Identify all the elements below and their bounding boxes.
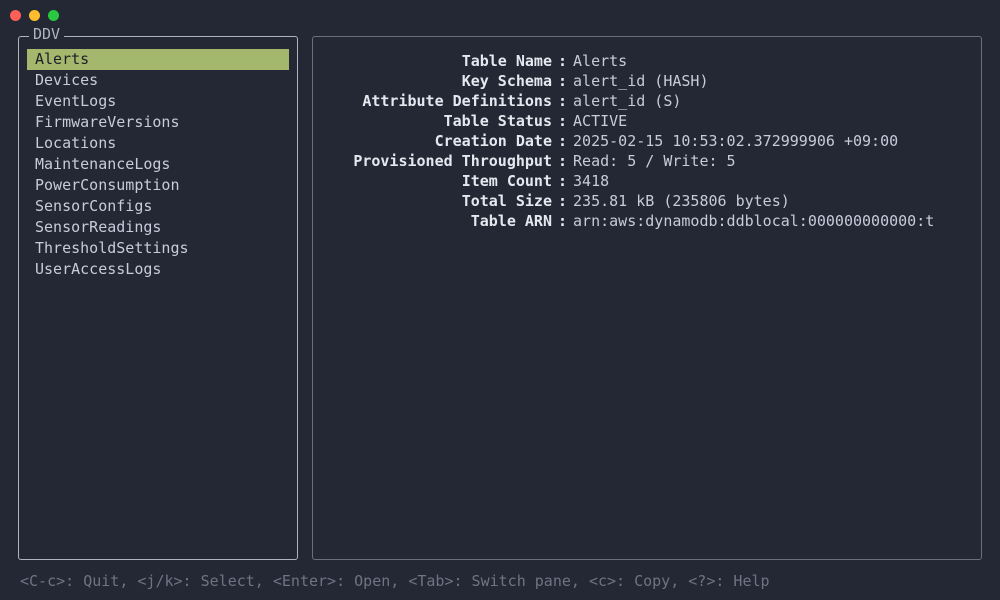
detail-sep: :: [552, 171, 573, 191]
table-item-sensorreadings[interactable]: SensorReadings: [27, 217, 289, 238]
detail-label: Item Count: [327, 171, 552, 191]
detail-label: Creation Date: [327, 131, 552, 151]
detail-value: arn:aws:dynamodb:ddblocal:000000000000:t: [573, 211, 934, 231]
detail-row-table-arn: Table ARN : arn:aws:dynamodb:ddblocal:00…: [327, 211, 967, 231]
table-item-useraccesslogs[interactable]: UserAccessLogs: [27, 259, 289, 280]
detail-label: Provisioned Throughput: [327, 151, 552, 171]
detail-label: Table Status: [327, 111, 552, 131]
detail-sep: :: [552, 131, 573, 151]
detail-sep: :: [552, 111, 573, 131]
tables-pane[interactable]: DDV Alerts Devices EventLogs FirmwareVer…: [18, 36, 298, 560]
details-pane[interactable]: Table Name : Alerts Key Schema : alert_i…: [312, 36, 982, 560]
detail-row-provisioned-throughput: Provisioned Throughput : Read: 5 / Write…: [327, 151, 967, 171]
detail-row-item-count: Item Count : 3418: [327, 171, 967, 191]
detail-row-table-status: Table Status : ACTIVE: [327, 111, 967, 131]
detail-label: Total Size: [327, 191, 552, 211]
table-item-thresholdsettings[interactable]: ThresholdSettings: [27, 238, 289, 259]
detail-label: Table Name: [327, 51, 552, 71]
detail-value: alert_id (HASH): [573, 71, 708, 91]
detail-sep: :: [552, 91, 573, 111]
table-details: Table Name : Alerts Key Schema : alert_i…: [313, 37, 981, 239]
table-item-devices[interactable]: Devices: [27, 70, 289, 91]
detail-label: Attribute Definitions: [327, 91, 552, 111]
detail-sep: :: [552, 151, 573, 171]
detail-row-key-schema: Key Schema : alert_id (HASH): [327, 71, 967, 91]
table-item-maintenancelogs[interactable]: MaintenanceLogs: [27, 154, 289, 175]
detail-label: Key Schema: [327, 71, 552, 91]
window-titlebar: [0, 0, 1000, 30]
maximize-icon[interactable]: [48, 10, 59, 21]
detail-row-table-name: Table Name : Alerts: [327, 51, 967, 71]
help-bar: <C-c>: Quit, <j/k>: Select, <Enter>: Ope…: [20, 572, 980, 590]
detail-value: alert_id (S): [573, 91, 681, 111]
table-item-sensorconfigs[interactable]: SensorConfigs: [27, 196, 289, 217]
workspace: DDV Alerts Devices EventLogs FirmwareVer…: [18, 36, 982, 560]
detail-sep: :: [552, 51, 573, 71]
table-item-firmwareversions[interactable]: FirmwareVersions: [27, 112, 289, 133]
close-icon[interactable]: [10, 10, 21, 21]
detail-sep: :: [552, 71, 573, 91]
detail-row-attribute-definitions: Attribute Definitions : alert_id (S): [327, 91, 967, 111]
detail-value: 235.81 kB (235806 bytes): [573, 191, 790, 211]
table-item-powerconsumption[interactable]: PowerConsumption: [27, 175, 289, 196]
minimize-icon[interactable]: [29, 10, 40, 21]
table-item-alerts[interactable]: Alerts: [27, 49, 289, 70]
detail-row-total-size: Total Size : 235.81 kB (235806 bytes): [327, 191, 967, 211]
detail-sep: :: [552, 211, 573, 231]
table-item-eventlogs[interactable]: EventLogs: [27, 91, 289, 112]
detail-value: Read: 5 / Write: 5: [573, 151, 736, 171]
detail-value: ACTIVE: [573, 111, 627, 131]
detail-sep: :: [552, 191, 573, 211]
detail-value: 2025-02-15 10:53:02.372999906 +09:00: [573, 131, 898, 151]
detail-label: Table ARN: [327, 211, 552, 231]
tables-list: Alerts Devices EventLogs FirmwareVersion…: [19, 37, 297, 559]
detail-value: 3418: [573, 171, 609, 191]
detail-row-creation-date: Creation Date : 2025-02-15 10:53:02.3729…: [327, 131, 967, 151]
pane-title: DDV: [29, 27, 64, 42]
table-item-locations[interactable]: Locations: [27, 133, 289, 154]
detail-value: Alerts: [573, 51, 627, 71]
